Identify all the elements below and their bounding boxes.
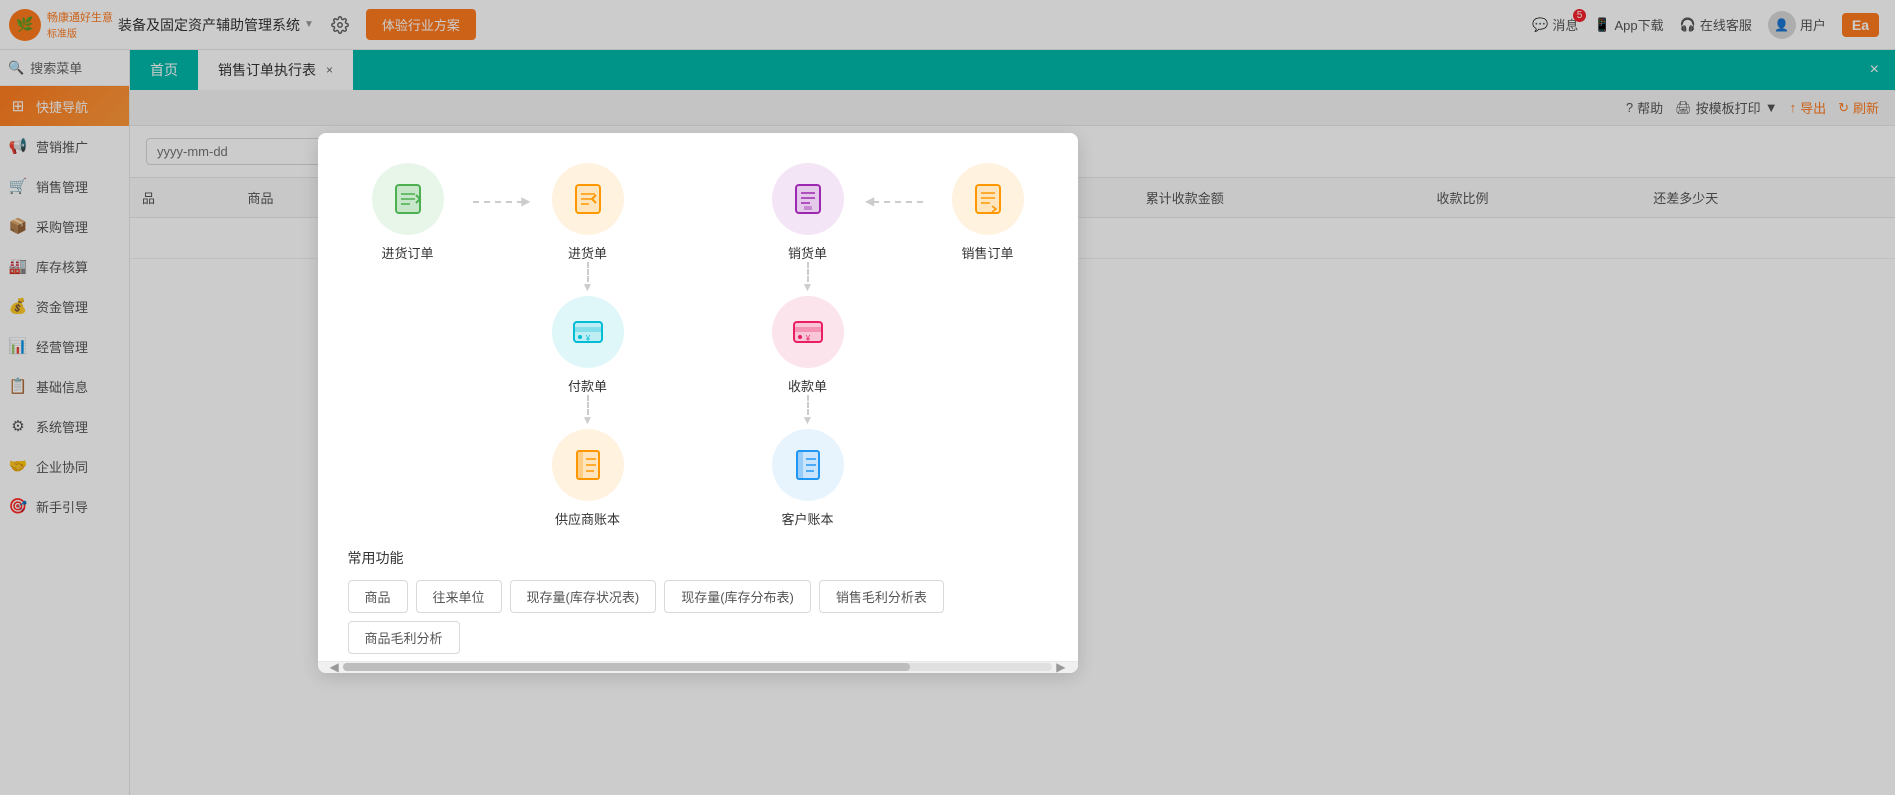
common-functions: 常用功能 商品 往来单位 现存量(库存状况表) 现存量(库存分布表) 销售毛利分…: [348, 548, 1048, 661]
flow-node-payment[interactable]: ¥ 付款单: [528, 296, 648, 395]
svg-text:¥: ¥: [804, 334, 810, 343]
flow-row-1: 进货订单 进货单: [348, 163, 1048, 262]
sale-bill-icon: [772, 163, 844, 235]
common-functions-title: 常用功能: [348, 548, 1048, 568]
func-btn-product[interactable]: 商品: [348, 580, 408, 613]
flow-node-purchase-bill[interactable]: 进货单: [528, 163, 648, 262]
flow-node-customer-ledger[interactable]: 客户账本: [748, 429, 868, 528]
func-btn-partner[interactable]: 往来单位: [416, 580, 502, 613]
popup-body: 进货订单 进货单: [318, 133, 1078, 661]
popup-container: 进货订单 进货单: [318, 133, 1078, 673]
arrow-sale-order-to-bill: [868, 201, 928, 203]
arrow-purchase-order-to-bill: [468, 201, 528, 203]
payment-icon: ¥: [552, 296, 624, 368]
flow-node-sale-bill[interactable]: 销货单: [748, 163, 868, 262]
purchase-order-icon: [372, 163, 444, 235]
payment-label: 付款单: [568, 376, 607, 395]
scrollbar-track[interactable]: [343, 663, 1053, 671]
customer-ledger-icon: [772, 429, 844, 501]
purchase-order-label: 进货订单: [381, 243, 433, 262]
svg-text:¥: ¥: [584, 334, 590, 343]
supplier-ledger-icon: [552, 429, 624, 501]
scrollbar-right-arrow[interactable]: ▶: [1052, 660, 1069, 673]
flow-row-2: ¥ 付款单 ¥ 收款单: [348, 296, 1048, 395]
flow-row-3: 供应商账本 客户账本: [348, 429, 1048, 528]
purchase-bill-label: 进货单: [568, 243, 607, 262]
receipt-label: 收款单: [788, 376, 827, 395]
popup-overlay[interactable]: 进货订单 进货单: [0, 0, 1895, 795]
customer-ledger-label: 客户账本: [781, 509, 833, 528]
supplier-ledger-label: 供应商账本: [555, 509, 620, 528]
flow-diagram: 进货订单 进货单: [348, 163, 1048, 528]
func-btn-stock-status[interactable]: 现存量(库存状况表): [510, 580, 657, 613]
purchase-bill-icon: [552, 163, 624, 235]
flow-arrows-row-2: ▼ ▼: [348, 395, 1048, 415]
receipt-icon: ¥: [772, 296, 844, 368]
function-buttons: 商品 往来单位 现存量(库存状况表) 现存量(库存分布表) 销售毛利分析表 商品…: [348, 580, 1048, 654]
sale-bill-label: 销货单: [788, 243, 827, 262]
app-container: 🌿 畅康通好生意 标准版 装备及固定资产辅助管理系统 ▼ 体验行业方案 💬 消息: [0, 0, 1895, 795]
scrollbar-left-arrow[interactable]: ◀: [326, 660, 343, 673]
func-btn-sales-profit[interactable]: 销售毛利分析表: [819, 580, 944, 613]
flow-node-purchase-order[interactable]: 进货订单: [348, 163, 468, 262]
flow-node-receipt[interactable]: ¥ 收款单: [748, 296, 868, 395]
flow-node-sale-order[interactable]: 销售订单: [928, 163, 1048, 262]
popup-scrollbar[interactable]: ◀ ▶: [318, 661, 1078, 673]
sale-order-icon: [952, 163, 1024, 235]
sale-order-label: 销售订单: [961, 243, 1013, 262]
scrollbar-thumb[interactable]: [343, 663, 911, 671]
func-btn-product-profit[interactable]: 商品毛利分析: [348, 621, 460, 654]
flow-arrows-row: ▼ ▼: [348, 262, 1048, 282]
func-btn-stock-dist[interactable]: 现存量(库存分布表): [664, 580, 811, 613]
flow-node-supplier-ledger[interactable]: 供应商账本: [528, 429, 648, 528]
